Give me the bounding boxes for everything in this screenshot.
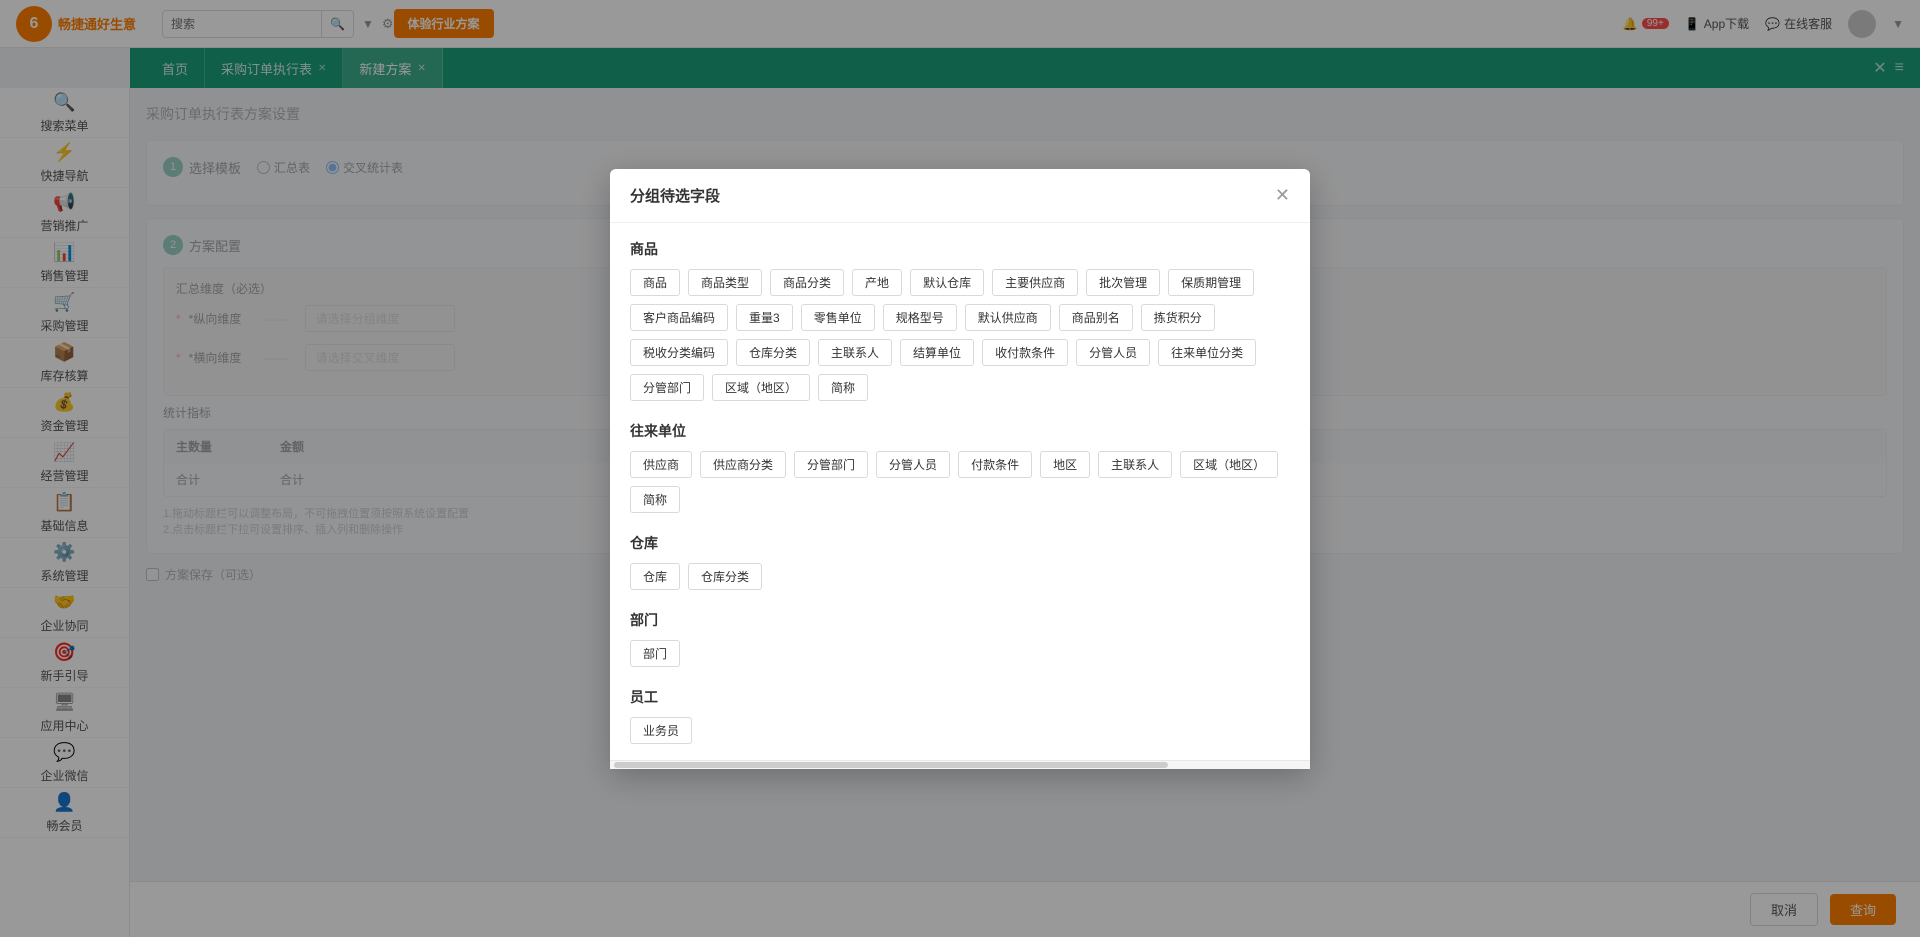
tag-main-contact[interactable]: 主联系人	[818, 339, 892, 366]
counterpart-tags: 供应商 供应商分类 分管部门 分管人员 付款条件 地区 主联系人 区域（地区） …	[630, 451, 1290, 513]
tag-supplier-cat[interactable]: 供应商分类	[700, 451, 786, 478]
tag-payment-terms[interactable]: 收付款条件	[982, 339, 1068, 366]
tag-supervise-dept[interactable]: 分管部门	[794, 451, 868, 478]
dialog-body[interactable]: 商品 商品 商品类型 商品分类 产地 默认仓库 主要供应商 批次管理 保质期管理…	[610, 223, 1310, 761]
tag-main-supplier[interactable]: 主要供应商	[992, 269, 1078, 296]
tag-cust-code[interactable]: 客户商品编码	[630, 304, 728, 331]
tag-spec-type[interactable]: 规格型号	[883, 304, 957, 331]
staff-section-title: 员工	[630, 687, 1290, 707]
tag-main-contact-2[interactable]: 主联系人	[1098, 451, 1172, 478]
tag-supervise-person[interactable]: 分管人员	[876, 451, 950, 478]
tag-settlement-unit[interactable]: 结算单位	[900, 339, 974, 366]
tag-payment-cond[interactable]: 付款条件	[958, 451, 1032, 478]
product-section: 商品 商品 商品类型 商品分类 产地 默认仓库 主要供应商 批次管理 保质期管理…	[630, 239, 1290, 401]
dialog-overlay: 分组待选字段 ✕ 商品 商品 商品类型 商品分类 产地 默认仓库 主要供应商 批…	[0, 0, 1920, 937]
warehouse-section-title: 仓库	[630, 533, 1290, 553]
tag-tax-code[interactable]: 税收分类编码	[630, 339, 728, 366]
dialog-close-icon[interactable]: ✕	[1275, 186, 1290, 204]
department-tags: 部门	[630, 640, 1290, 667]
tag-supervisor[interactable]: 分管人员	[1076, 339, 1150, 366]
warehouse-tags: 仓库 仓库分类	[630, 563, 1290, 590]
tag-supplier[interactable]: 供应商	[630, 451, 692, 478]
hscroll-thumb	[614, 762, 1168, 768]
tag-area[interactable]: 地区	[1040, 451, 1090, 478]
tag-staff[interactable]: 业务员	[630, 717, 692, 744]
counterpart-section: 往来单位 供应商 供应商分类 分管部门 分管人员 付款条件 地区 主联系人 区域…	[630, 421, 1290, 513]
tag-product[interactable]: 商品	[630, 269, 680, 296]
dialog-title: 分组待选字段	[630, 185, 720, 206]
tag-expiry-mgmt[interactable]: 保质期管理	[1168, 269, 1254, 296]
tag-region-2[interactable]: 区域（地区）	[1180, 451, 1278, 478]
tag-retail-unit[interactable]: 零售单位	[801, 304, 875, 331]
dialog-hscrollbar[interactable]	[610, 760, 1310, 768]
counterpart-section-title: 往来单位	[630, 421, 1290, 441]
tag-warehouse-category[interactable]: 仓库分类	[736, 339, 810, 366]
warehouse-section: 仓库 仓库 仓库分类	[630, 533, 1290, 590]
tag-weight3[interactable]: 重量3	[736, 304, 793, 331]
staff-tags: 业务员	[630, 717, 1290, 744]
tag-pick-points[interactable]: 拣货积分	[1141, 304, 1215, 331]
staff-section: 员工 业务员	[630, 687, 1290, 744]
department-section: 部门 部门	[630, 610, 1290, 667]
tag-shortname[interactable]: 简称	[818, 374, 868, 401]
tag-product-category[interactable]: 商品分类	[770, 269, 844, 296]
tag-dept[interactable]: 分管部门	[630, 374, 704, 401]
tag-product-type[interactable]: 商品类型	[688, 269, 762, 296]
tag-department[interactable]: 部门	[630, 640, 680, 667]
tag-batch-mgmt[interactable]: 批次管理	[1086, 269, 1160, 296]
product-section-title: 商品	[630, 239, 1290, 259]
field-select-dialog: 分组待选字段 ✕ 商品 商品 商品类型 商品分类 产地 默认仓库 主要供应商 批…	[610, 169, 1310, 769]
tag-origin[interactable]: 产地	[852, 269, 902, 296]
tag-warehouse[interactable]: 仓库	[630, 563, 680, 590]
tag-default-supplier[interactable]: 默认供应商	[965, 304, 1051, 331]
dialog-header: 分组待选字段 ✕	[610, 169, 1310, 223]
tag-product-alias[interactable]: 商品别名	[1059, 304, 1133, 331]
product-tags: 商品 商品类型 商品分类 产地 默认仓库 主要供应商 批次管理 保质期管理 客户…	[630, 269, 1290, 401]
tag-default-warehouse[interactable]: 默认仓库	[910, 269, 984, 296]
tag-unit-category[interactable]: 往来单位分类	[1158, 339, 1256, 366]
department-section-title: 部门	[630, 610, 1290, 630]
tag-region[interactable]: 区域（地区）	[712, 374, 810, 401]
tag-warehouse-cat[interactable]: 仓库分类	[688, 563, 762, 590]
tag-abbr[interactable]: 简称	[630, 486, 680, 513]
